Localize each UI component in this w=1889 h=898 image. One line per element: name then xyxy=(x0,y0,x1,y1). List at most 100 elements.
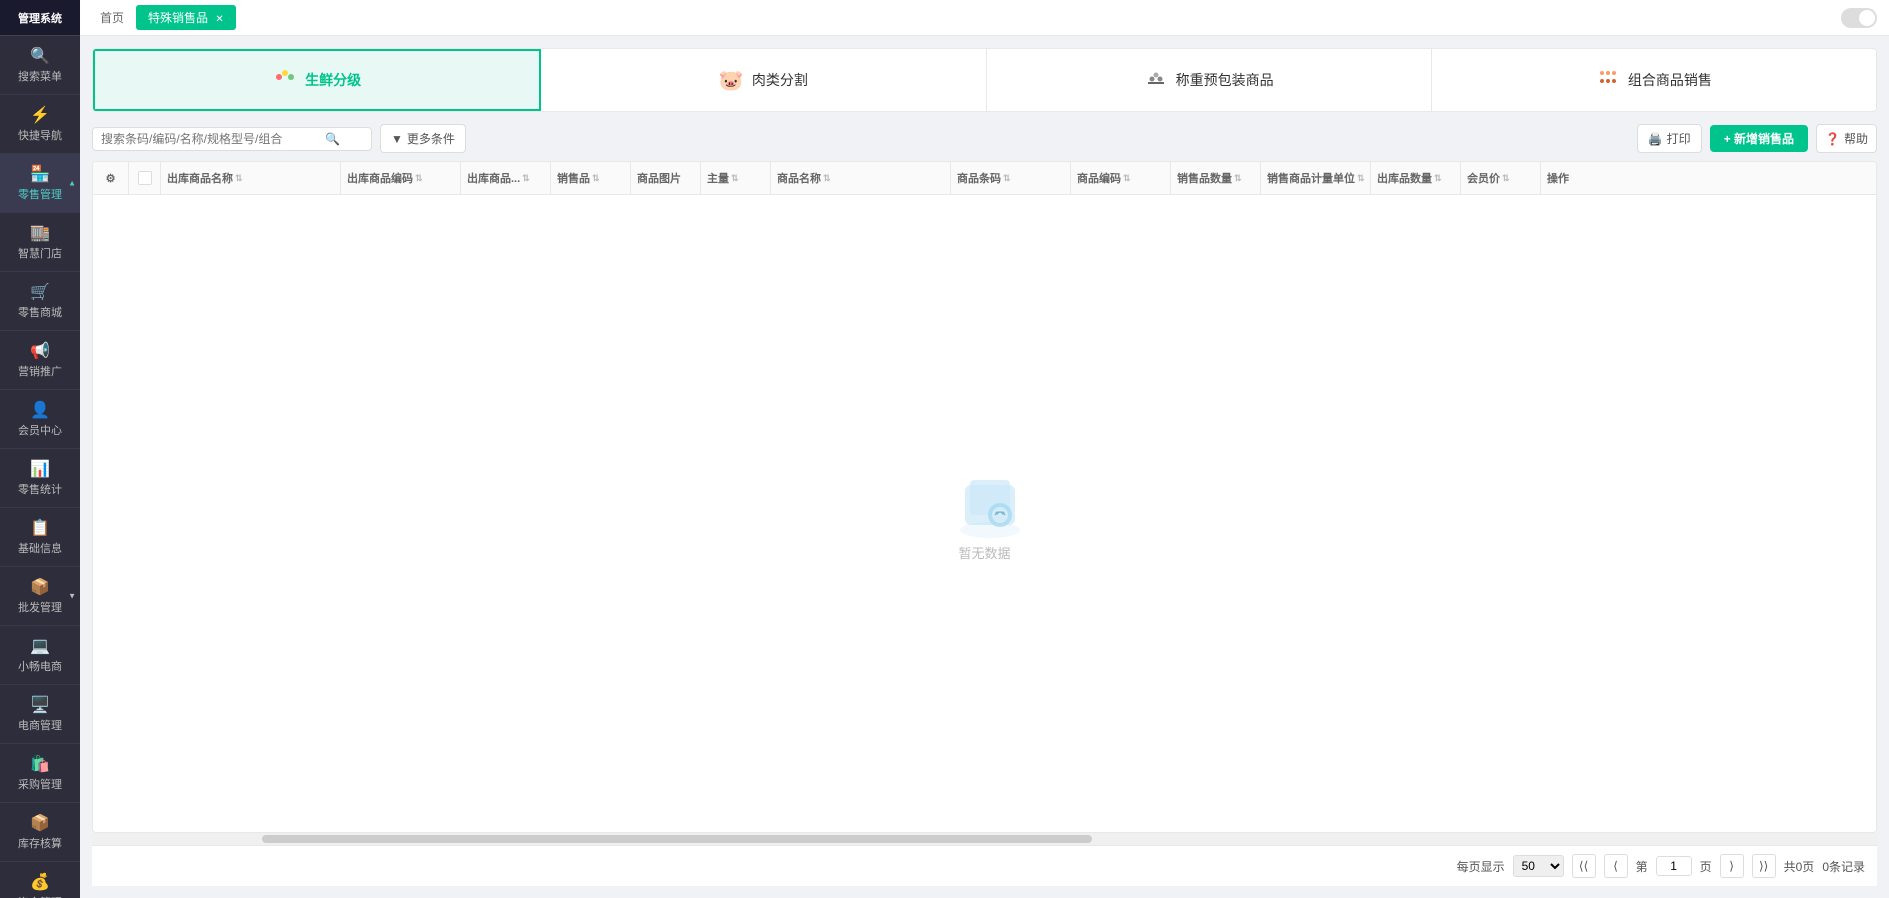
toggle-switch[interactable] xyxy=(1841,8,1877,28)
sidebar-item-label: 智慧门店 xyxy=(4,245,76,261)
th-operations: 操作 xyxy=(1541,162,1601,194)
breadcrumb-home[interactable]: 首页 xyxy=(92,9,132,26)
sidebar-item-purchase[interactable]: 🛍️ 采购管理 xyxy=(0,744,80,803)
smart-store-icon: 🏬 xyxy=(4,223,76,243)
empty-illustration xyxy=(945,465,1025,535)
tab-fresh-grade-label: 生鲜分级 xyxy=(305,70,361,90)
sidebar-item-quick-nav[interactable]: ⚡ 快捷导航 xyxy=(0,95,80,154)
sidebar: 管理系统 🔍 搜索菜单 ⚡ 快捷导航 🏪 零售管理 🏬 智慧门店 🛒 零售商城 … xyxy=(0,0,80,898)
th-product-name: 商品名称 ⇅ xyxy=(771,162,951,194)
tab-weight-prepack-label: 称重预包装商品 xyxy=(1176,70,1274,90)
th-checkbox[interactable] xyxy=(129,162,161,194)
th-warehouse-spec-label: 出库商品... xyxy=(467,170,520,186)
print-icon: 🖨️ xyxy=(1648,132,1663,146)
sidebar-item-basic-info[interactable]: 📋 基础信息 xyxy=(0,508,80,567)
th-warehouse-spec: 出库商品... ⇅ xyxy=(461,162,551,194)
add-product-button[interactable]: + 新增销售品 xyxy=(1710,125,1808,152)
fresh-grade-icon xyxy=(273,65,297,95)
th-product-name-label: 商品名称 xyxy=(777,170,821,186)
retail-mgmt-icon: 🏪 xyxy=(4,164,76,184)
th-barcode: 商品条码 ⇅ xyxy=(951,162,1071,194)
inventory-icon: 📦 xyxy=(4,813,76,833)
horizontal-scrollbar[interactable] xyxy=(92,833,1877,845)
sort-icon[interactable]: ⇅ xyxy=(1357,173,1365,184)
sidebar-item-ecommerce-shop[interactable]: 💻 小畅电商 xyxy=(0,626,80,685)
sidebar-item-inventory[interactable]: 📦 库存核算 xyxy=(0,803,80,862)
th-weight-label: 主量 xyxy=(707,170,729,186)
close-tab-icon[interactable]: ✕ xyxy=(215,14,223,25)
th-sales-product: 销售品 ⇅ xyxy=(551,162,631,194)
sort-icon[interactable]: ⇅ xyxy=(823,173,831,184)
th-warehouse-qty-label: 出库品数量 xyxy=(1377,170,1432,186)
sidebar-item-retail-stats[interactable]: 📊 零售统计 xyxy=(0,449,80,508)
toolbar: 🔍 ▼ 更多条件 🖨️ 打印 + 新增销售品 ❓ 帮助 xyxy=(92,124,1877,153)
sidebar-item-label: 采购管理 xyxy=(4,776,76,792)
purchase-icon: 🛍️ xyxy=(4,754,76,774)
scroll-thumb[interactable] xyxy=(262,835,1092,843)
sidebar-item-ecommerce-mgmt[interactable]: 🖥️ 电商管理 xyxy=(0,685,80,744)
sort-icon[interactable]: ⇅ xyxy=(592,173,600,184)
search-box[interactable]: 🔍 xyxy=(92,127,372,151)
search-input[interactable] xyxy=(101,132,321,146)
ecommerce-shop-icon: 💻 xyxy=(4,636,76,656)
sidebar-item-retail-mall[interactable]: 🛒 零售商城 xyxy=(0,272,80,331)
tab-combo-sales-label: 组合商品销售 xyxy=(1628,70,1712,90)
sidebar-item-smart-store[interactable]: 🏬 智慧门店 xyxy=(0,213,80,272)
sidebar-item-search-menu[interactable]: 🔍 搜索菜单 xyxy=(0,36,80,95)
sidebar-item-label: 批发管理 xyxy=(4,599,76,615)
sidebar-item-finance[interactable]: 💰 资金管理 xyxy=(0,862,80,898)
next-page-button[interactable]: ⟩ xyxy=(1720,854,1744,878)
th-sales-unit: 销售商品计量单位 ⇅ xyxy=(1261,162,1371,194)
content-area: 生鲜分级 🐷 肉类分割 称重预包装商品 xyxy=(80,36,1889,898)
sidebar-item-label: 资金管理 xyxy=(4,894,76,898)
total-pages: 共0页 xyxy=(1784,858,1815,875)
sort-icon[interactable]: ⇅ xyxy=(235,173,243,184)
combo-sales-icon xyxy=(1596,65,1620,95)
sidebar-item-label: 搜索菜单 xyxy=(4,68,76,84)
th-warehouse-name: 出库商品名称 ⇅ xyxy=(161,162,341,194)
sort-icon[interactable]: ⇅ xyxy=(415,173,423,184)
per-page-label: 每页显示 xyxy=(1457,858,1505,875)
select-all-checkbox[interactable] xyxy=(138,171,152,185)
th-sales-product-label: 销售品 xyxy=(557,170,590,186)
sidebar-item-label: 零售商城 xyxy=(4,304,76,320)
main-content: 首页 特殊销售品 ✕ 生鲜分级 🐷 xyxy=(80,0,1889,898)
sidebar-item-retail-mgmt[interactable]: 🏪 零售管理 xyxy=(0,154,80,213)
toolbar-right: 🖨️ 打印 + 新增销售品 ❓ 帮助 xyxy=(1637,124,1877,153)
th-sales-unit-label: 销售商品计量单位 xyxy=(1267,170,1355,186)
tab-meat-cut[interactable]: 🐷 肉类分割 xyxy=(541,49,986,111)
tab-fresh-grade[interactable]: 生鲜分级 xyxy=(93,49,541,111)
print-button[interactable]: 🖨️ 打印 xyxy=(1637,124,1702,153)
th-warehouse-code-label: 出库商品编码 xyxy=(347,170,413,186)
ecommerce-mgmt-icon: 🖥️ xyxy=(4,695,76,715)
sidebar-item-wholesale[interactable]: 📦 批发管理 xyxy=(0,567,80,626)
sort-icon[interactable]: ⇅ xyxy=(1234,173,1242,184)
sidebar-item-members[interactable]: 👤 会员中心 xyxy=(0,390,80,449)
page-label: 第 xyxy=(1636,858,1648,875)
th-product-code-label: 商品编码 xyxy=(1077,170,1121,186)
th-settings[interactable]: ⚙ xyxy=(93,162,129,194)
page-input[interactable]: 1 xyxy=(1656,856,1692,876)
last-page-button[interactable]: ⟩⟩ xyxy=(1752,854,1776,878)
sidebar-item-label: 零售管理 xyxy=(4,186,76,202)
prev-page-button[interactable]: ⟨ xyxy=(1604,854,1628,878)
tab-combo-sales[interactable]: 组合商品销售 xyxy=(1432,49,1876,111)
sort-icon[interactable]: ⇅ xyxy=(1003,173,1011,184)
first-page-button[interactable]: ⟨⟨ xyxy=(1572,854,1596,878)
per-page-select[interactable]: 50 10 20 100 xyxy=(1513,855,1564,877)
breadcrumb-current[interactable]: 特殊销售品 ✕ xyxy=(136,5,236,30)
sort-icon[interactable]: ⇅ xyxy=(522,173,530,184)
sidebar-item-label: 营销推广 xyxy=(4,363,76,379)
th-barcode-label: 商品条码 xyxy=(957,170,1001,186)
help-button[interactable]: ❓ 帮助 xyxy=(1816,124,1877,153)
sort-icon[interactable]: ⇅ xyxy=(1434,173,1442,184)
sort-icon[interactable]: ⇅ xyxy=(1502,173,1510,184)
tab-weight-prepack[interactable]: 称重预包装商品 xyxy=(987,49,1432,111)
sort-icon[interactable]: ⇅ xyxy=(731,173,739,184)
sidebar-item-marketing[interactable]: 📢 营销推广 xyxy=(0,331,80,390)
settings-icon: ⚙ xyxy=(106,172,116,185)
sort-icon[interactable]: ⇅ xyxy=(1123,173,1131,184)
filter-button[interactable]: ▼ 更多条件 xyxy=(380,124,466,153)
app-logo: 管理系统 xyxy=(0,0,80,36)
empty-text: 暂无数据 xyxy=(958,543,1010,562)
